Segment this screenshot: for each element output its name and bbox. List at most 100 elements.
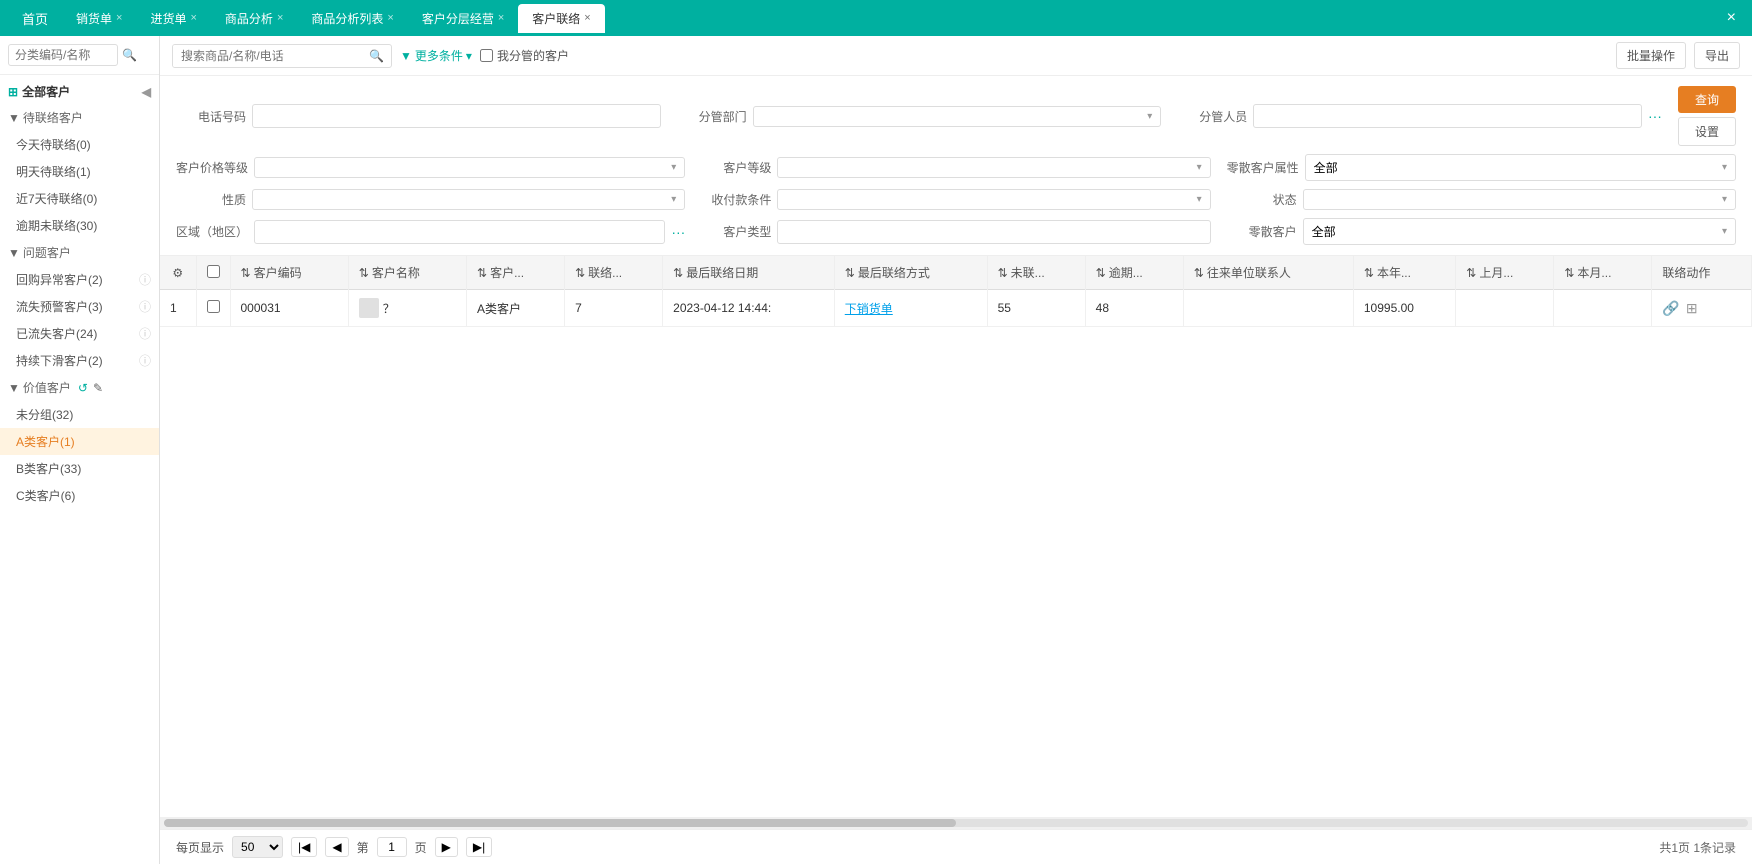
sidebar-search-icon[interactable]: 🔍 bbox=[122, 48, 137, 62]
sort-last-date[interactable]: ⇅ 最后联络日期 bbox=[673, 264, 758, 281]
prev-page-button[interactable]: ◀ bbox=[325, 837, 348, 857]
filter-phone-input[interactable] bbox=[252, 104, 661, 128]
nav-tab-customer-tier[interactable]: 客户分层经营 × bbox=[408, 4, 518, 33]
nav-tab-sales[interactable]: 销货单 × bbox=[62, 4, 136, 33]
sort-last-method[interactable]: ⇅ 最后联络方式 bbox=[845, 264, 930, 281]
edit-icon[interactable]: ✎ bbox=[93, 381, 103, 395]
query-button[interactable]: 查询 bbox=[1678, 86, 1736, 113]
sort-contact-person[interactable]: ⇅ 往来单位联系人 bbox=[1194, 264, 1291, 281]
filter-retail-attr-select[interactable]: 全部 ▾ bbox=[1305, 154, 1736, 181]
sort-name[interactable]: ⇅ 客户名称 bbox=[359, 264, 420, 281]
filter-customer-level: 客户等级 ▾ bbox=[701, 157, 1210, 178]
sidebar-item-class-c[interactable]: C类客户(6) bbox=[0, 482, 159, 509]
sidebar-collapse-icon[interactable]: ◀ bbox=[142, 85, 151, 99]
filter-label-status: 状态 bbox=[1227, 191, 1297, 208]
sidebar-item-declining[interactable]: 持续下滑客户(2) ⓘ bbox=[0, 347, 159, 374]
filter-customer-type-input[interactable] bbox=[777, 220, 1210, 244]
filter-retail-customer-select[interactable]: 全部 ▾ bbox=[1303, 218, 1736, 245]
nav-tab-analysis[interactable]: 商品分析 × bbox=[211, 4, 297, 33]
info-icon: ⓘ bbox=[139, 298, 151, 315]
nav-tab-purchase[interactable]: 进货单 × bbox=[136, 4, 210, 33]
close-icon[interactable]: × bbox=[116, 12, 122, 24]
cell-action: 🔗 ⊞ bbox=[1652, 290, 1752, 327]
filter-dept-select[interactable]: ▾ bbox=[753, 106, 1162, 127]
sidebar-group-value: ▼ 价值客户 ↺ ✎ bbox=[0, 374, 159, 401]
nav-tab-analysis-list[interactable]: 商品分析列表 × bbox=[297, 4, 407, 33]
col-gear[interactable]: ⚙ bbox=[160, 256, 196, 290]
sort-icon: ⇅ bbox=[1096, 266, 1106, 280]
toolbar-search-input[interactable] bbox=[173, 45, 363, 67]
close-icon[interactable]: × bbox=[277, 12, 283, 24]
sidebar-item-class-a[interactable]: A类客户(1) bbox=[0, 428, 159, 455]
sort-last-month[interactable]: ⇅ 上月... bbox=[1466, 264, 1513, 281]
close-icon[interactable]: × bbox=[498, 12, 504, 24]
filter-manager-input[interactable] bbox=[1253, 104, 1642, 128]
contact-method-link[interactable]: 下销货单 bbox=[845, 302, 893, 316]
sidebar-item-class-b[interactable]: B类客户(33) bbox=[0, 455, 159, 482]
export-button[interactable]: 导出 bbox=[1694, 42, 1740, 69]
select-all-checkbox[interactable] bbox=[207, 265, 220, 278]
sidebar: 🔍 ⊞ 全部客户 ◀ ▼ 待联络客户 今天待联络(0) 明天待联络(1) 近7天… bbox=[0, 36, 160, 864]
sort-overdue[interactable]: ⇅ 逾期... bbox=[1096, 264, 1143, 281]
sidebar-all-customers[interactable]: ⊞ 全部客户 ◀ bbox=[0, 75, 159, 104]
customer-name-cell: ？ bbox=[359, 298, 456, 318]
sort-this-year[interactable]: ⇅ 本年... bbox=[1364, 264, 1411, 281]
sidebar-search-input[interactable] bbox=[8, 44, 118, 66]
col-select-all[interactable] bbox=[196, 256, 230, 290]
settings-button[interactable]: 设置 bbox=[1678, 117, 1736, 146]
close-icon[interactable]: × bbox=[584, 12, 590, 24]
close-icon[interactable]: × bbox=[387, 12, 393, 24]
sort-this-month[interactable]: ⇅ 本月... bbox=[1564, 264, 1611, 281]
sidebar-item-unclassified[interactable]: 未分组(32) bbox=[0, 401, 159, 428]
nav-tab-customer-contact[interactable]: 客户联络 × bbox=[518, 4, 604, 33]
filter-nature-select[interactable]: ▾ bbox=[252, 189, 685, 210]
sidebar-item-churn-warning[interactable]: 流失预警客户(3) ⓘ bbox=[0, 293, 159, 320]
sidebar-item-repurchase-abnormal[interactable]: 回购异常客户(2) ⓘ bbox=[0, 266, 159, 293]
col-header-name: ⇅ 客户名称 bbox=[348, 256, 466, 290]
action-link-icon[interactable]: 🔗 bbox=[1662, 300, 1679, 317]
sidebar-item-overdue-contact[interactable]: 逾期未联络(30) bbox=[0, 212, 159, 239]
chevron-down-icon: ▾ bbox=[1722, 194, 1727, 205]
filter-payment-select[interactable]: ▾ bbox=[777, 189, 1210, 210]
filter-price-level-select[interactable]: ▾ bbox=[254, 157, 685, 178]
batch-op-button[interactable]: 批量操作 bbox=[1616, 42, 1686, 69]
toolbar-search: 🔍 bbox=[172, 44, 392, 68]
close-icon[interactable]: × bbox=[190, 12, 196, 24]
sort-type[interactable]: ⇅ 客户... bbox=[477, 264, 524, 281]
per-page-select[interactable]: 50 100 200 bbox=[232, 836, 283, 858]
my-customer-checkbox[interactable]: 我分管的客户 bbox=[480, 47, 569, 64]
sort-no-contact[interactable]: ⇅ 未联... bbox=[998, 264, 1045, 281]
col-header-action: 联络动作 bbox=[1652, 256, 1752, 290]
sort-contact-count[interactable]: ⇅ 联络... bbox=[575, 264, 622, 281]
horizontal-scrollbar[interactable] bbox=[160, 817, 1752, 829]
nav-home[interactable]: 首页 bbox=[8, 3, 62, 34]
more-filter-button[interactable]: ▼ 更多条件 ▾ bbox=[400, 47, 472, 64]
gear-icon[interactable]: ⚙ bbox=[172, 266, 183, 280]
sort-code[interactable]: ⇅ 客户编码 bbox=[241, 264, 302, 281]
filter-region-input[interactable] bbox=[254, 220, 665, 244]
last-page-button[interactable]: ▶| bbox=[466, 837, 492, 857]
filter-region: 区域（地区） ··· bbox=[176, 220, 685, 244]
pagination-total: 共1页 1条记录 bbox=[1659, 839, 1736, 856]
filter-label-region: 区域（地区） bbox=[176, 223, 248, 240]
my-customer-check[interactable] bbox=[480, 49, 493, 62]
filter-status-select[interactable]: ▾ bbox=[1303, 189, 1736, 210]
cell-checkbox[interactable] bbox=[196, 290, 230, 327]
next-page-button[interactable]: ▶ bbox=[435, 837, 458, 857]
sidebar-item-churned[interactable]: 已流失客户(24) ⓘ bbox=[0, 320, 159, 347]
filter-customer-level-select[interactable]: ▾ bbox=[777, 157, 1210, 178]
page-input[interactable] bbox=[377, 837, 407, 857]
filter-region-more[interactable]: ··· bbox=[671, 224, 685, 240]
filter-manager-more[interactable]: ··· bbox=[1648, 108, 1662, 124]
action-grid-icon[interactable]: ⊞ bbox=[1686, 300, 1698, 317]
sidebar-item-tomorrow-pending[interactable]: 明天待联络(1) bbox=[0, 158, 159, 185]
refresh-icon[interactable]: ↺ bbox=[78, 381, 88, 395]
sidebar-item-7day-pending[interactable]: 近7天待联络(0) bbox=[0, 185, 159, 212]
sidebar-item-today-pending[interactable]: 今天待联络(0) bbox=[0, 131, 159, 158]
filter-customer-type: 客户类型 bbox=[701, 220, 1210, 244]
first-page-button[interactable]: |◀ bbox=[291, 837, 317, 857]
window-close-icon[interactable]: × bbox=[1719, 9, 1744, 27]
scroll-thumb[interactable] bbox=[164, 819, 956, 827]
row-checkbox[interactable] bbox=[207, 300, 220, 313]
toolbar-search-button[interactable]: 🔍 bbox=[363, 45, 390, 67]
